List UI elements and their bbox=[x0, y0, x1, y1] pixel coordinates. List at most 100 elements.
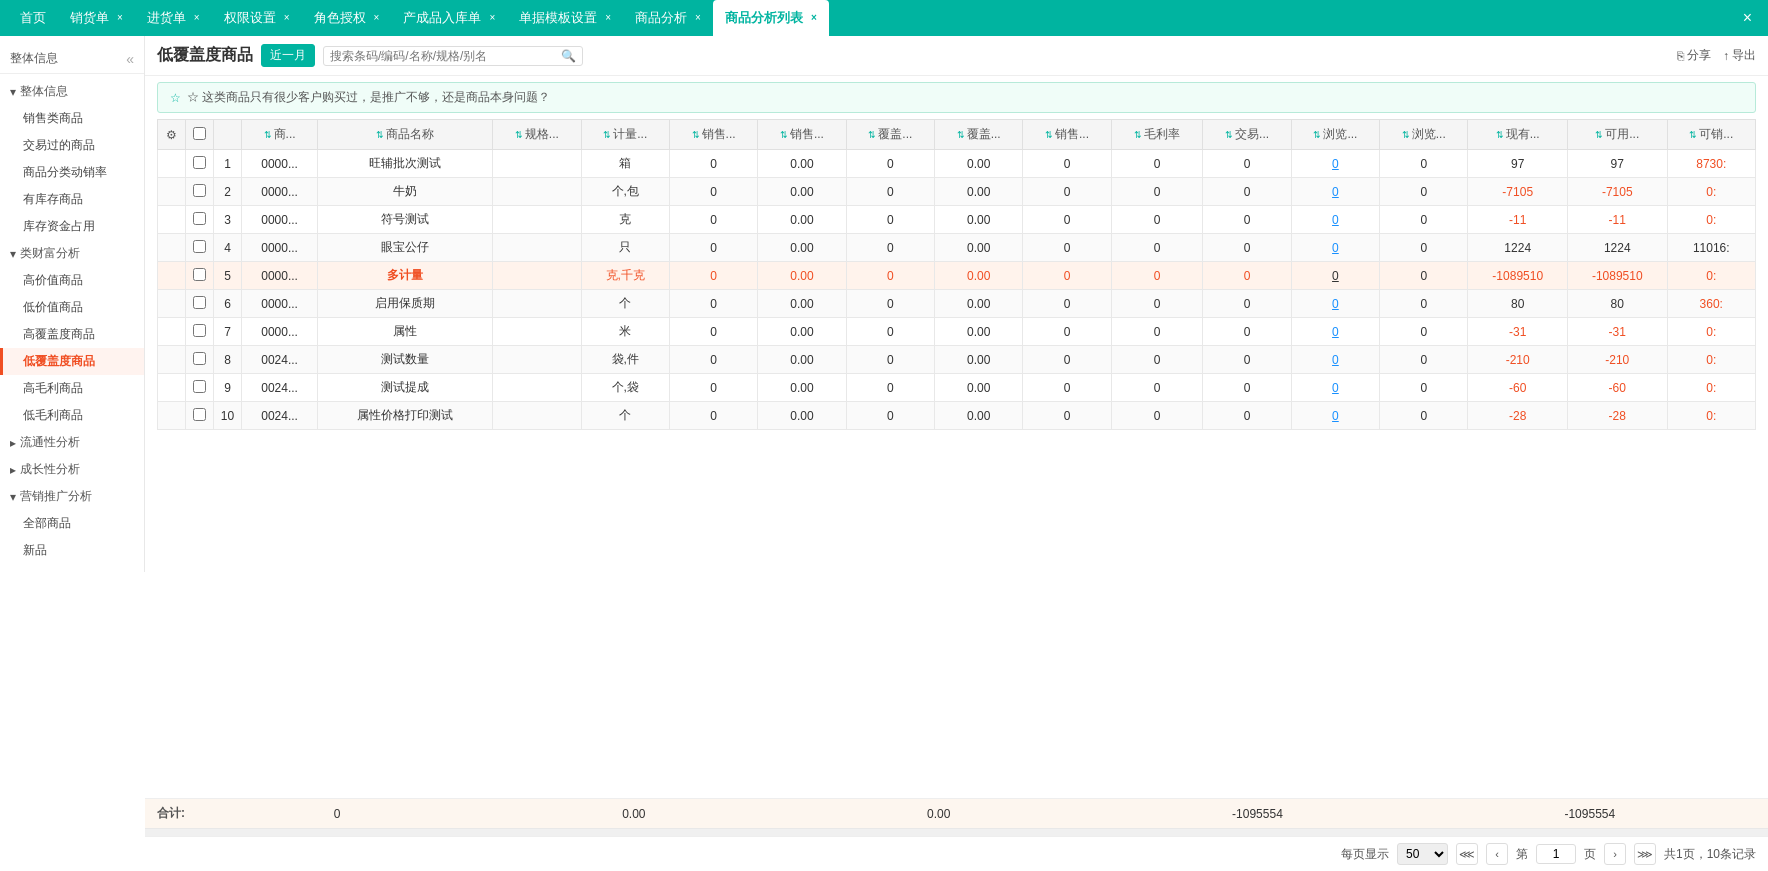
close-icon[interactable]: × bbox=[194, 0, 200, 36]
cell-browse1[interactable]: 0 bbox=[1291, 150, 1379, 178]
sidebar-section-成长性分析-header[interactable]: ▸ 成长性分析 bbox=[0, 456, 144, 483]
cell-checkbox[interactable] bbox=[186, 150, 214, 178]
sidebar-section-营销推广分析-header[interactable]: ▾ 营销推广分析 bbox=[0, 483, 144, 510]
th-current[interactable]: ⇅现有... bbox=[1468, 120, 1568, 150]
cell-checkbox[interactable] bbox=[186, 318, 214, 346]
close-icon[interactable]: × bbox=[811, 0, 817, 36]
th-sales1[interactable]: ⇅销售... bbox=[669, 120, 757, 150]
sidebar-section-类财富分析-header[interactable]: ▾ 类财富分析 bbox=[0, 240, 144, 267]
cell-checkbox[interactable] bbox=[186, 178, 214, 206]
nav-tab-purchase[interactable]: 进货单 × bbox=[135, 0, 212, 36]
close-icon[interactable]: × bbox=[374, 0, 380, 36]
row-checkbox[interactable] bbox=[193, 240, 206, 253]
cell-browse1[interactable]: 0 bbox=[1291, 262, 1379, 290]
cell-checkbox[interactable] bbox=[186, 346, 214, 374]
row-checkbox[interactable] bbox=[193, 352, 206, 365]
row-checkbox[interactable] bbox=[193, 212, 206, 225]
cell-browse1[interactable]: 0 bbox=[1291, 402, 1379, 430]
last-page-button[interactable]: ⋙ bbox=[1634, 843, 1656, 865]
th-browse2[interactable]: ⇅浏览... bbox=[1380, 120, 1468, 150]
th-cover1[interactable]: ⇅覆盖... bbox=[846, 120, 934, 150]
nav-tab-template[interactable]: 单据模板设置 × bbox=[507, 0, 623, 36]
cell-checkbox[interactable] bbox=[186, 374, 214, 402]
share-button[interactable]: ⎘ 分享 bbox=[1677, 47, 1711, 64]
sidebar-item-sales-goods[interactable]: 销售类商品 bbox=[0, 105, 144, 132]
window-close-button[interactable]: × bbox=[1735, 9, 1760, 27]
sidebar-item-new-goods[interactable]: 新品 bbox=[0, 537, 144, 564]
th-spec[interactable]: ⇅规格... bbox=[493, 120, 581, 150]
sidebar-item-low-margin[interactable]: 低毛利商品 bbox=[0, 402, 144, 429]
close-icon[interactable]: × bbox=[489, 0, 495, 36]
th-name[interactable]: ⇅商品名称 bbox=[318, 120, 493, 150]
prev-page-button[interactable]: ‹ bbox=[1486, 843, 1508, 865]
close-icon[interactable]: × bbox=[117, 0, 123, 36]
th-trade[interactable]: ⇅交易... bbox=[1203, 120, 1291, 150]
sidebar-collapse-btn[interactable]: « bbox=[126, 51, 134, 67]
sidebar-section-流通性分析-header[interactable]: ▸ 流通性分析 bbox=[0, 429, 144, 456]
row-checkbox[interactable] bbox=[193, 184, 206, 197]
select-all-checkbox[interactable] bbox=[193, 127, 206, 140]
th-cover2[interactable]: ⇅覆盖... bbox=[934, 120, 1022, 150]
th-browse1[interactable]: ⇅浏览... bbox=[1291, 120, 1379, 150]
th-gross[interactable]: ⇅毛利率 bbox=[1111, 120, 1203, 150]
per-page-select[interactable]: 50 100 200 bbox=[1397, 843, 1448, 865]
close-icon[interactable]: × bbox=[284, 0, 290, 36]
sidebar-item-high-margin[interactable]: 高毛利商品 bbox=[0, 375, 144, 402]
nav-tab-permissions[interactable]: 权限设置 × bbox=[212, 0, 302, 36]
first-page-button[interactable]: ⋘ bbox=[1456, 843, 1478, 865]
row-checkbox[interactable] bbox=[193, 408, 206, 421]
nav-tab-roles[interactable]: 角色授权 × bbox=[302, 0, 392, 36]
search-icon[interactable]: 🔍 bbox=[561, 49, 576, 63]
close-icon[interactable]: × bbox=[605, 0, 611, 36]
sidebar-item-low-value[interactable]: 低价值商品 bbox=[0, 294, 144, 321]
cell-browse1[interactable]: 0 bbox=[1291, 206, 1379, 234]
sidebar-item-high-coverage[interactable]: 高覆盖度商品 bbox=[0, 321, 144, 348]
cell-checkbox[interactable] bbox=[186, 234, 214, 262]
search-box[interactable]: 🔍 bbox=[323, 46, 583, 66]
row-checkbox[interactable] bbox=[193, 268, 206, 281]
sidebar-item-category-rate[interactable]: 商品分类动销率 bbox=[0, 159, 144, 186]
search-input[interactable] bbox=[330, 49, 557, 63]
th-available[interactable]: ⇅可用... bbox=[1567, 120, 1667, 150]
filter-recent-month-button[interactable]: 近一月 bbox=[261, 44, 315, 67]
settings-icon[interactable]: ⚙ bbox=[166, 128, 177, 142]
nav-tab-sales[interactable]: 销货单 × bbox=[58, 0, 135, 36]
th-sales3[interactable]: ⇅销售... bbox=[1023, 120, 1111, 150]
cell-checkbox[interactable] bbox=[186, 402, 214, 430]
sidebar-item-high-value[interactable]: 高价值商品 bbox=[0, 267, 144, 294]
sidebar-item-all-goods[interactable]: 全部商品 bbox=[0, 510, 144, 537]
th-unit[interactable]: ⇅计量... bbox=[581, 120, 669, 150]
nav-tab-analysis-list[interactable]: 商品分析列表 × bbox=[713, 0, 829, 36]
cell-checkbox[interactable] bbox=[186, 206, 214, 234]
next-page-button[interactable]: › bbox=[1604, 843, 1626, 865]
scrollbar-area[interactable] bbox=[145, 828, 1768, 836]
th-code[interactable]: ⇅商... bbox=[242, 120, 318, 150]
cell-browse1[interactable]: 0 bbox=[1291, 234, 1379, 262]
cell-browse1[interactable]: 0 bbox=[1291, 374, 1379, 402]
cell-browse1[interactable]: 0 bbox=[1291, 346, 1379, 374]
sidebar-item-inventory-goods[interactable]: 有库存商品 bbox=[0, 186, 144, 213]
nav-tab-home[interactable]: 首页 bbox=[8, 0, 58, 36]
nav-tab-warehouse[interactable]: 产成品入库单 × bbox=[391, 0, 507, 36]
th-checkbox[interactable] bbox=[186, 120, 214, 150]
close-icon[interactable]: × bbox=[695, 0, 701, 36]
th-sales2[interactable]: ⇅销售... bbox=[758, 120, 846, 150]
sidebar-item-low-coverage[interactable]: 低覆盖度商品 bbox=[0, 348, 144, 375]
th-saleable[interactable]: ⇅可销... bbox=[1667, 120, 1755, 150]
row-checkbox[interactable] bbox=[193, 380, 206, 393]
cell-browse1[interactable]: 0 bbox=[1291, 178, 1379, 206]
row-checkbox[interactable] bbox=[193, 156, 206, 169]
nav-tab-analysis[interactable]: 商品分析 × bbox=[623, 0, 713, 36]
export-button[interactable]: ↑ 导出 bbox=[1723, 47, 1756, 64]
table-wrapper[interactable]: ⚙ ⇅商... ⇅商品名称 ⇅规格... ⇅计量... ⇅销售... ⇅销售..… bbox=[145, 119, 1768, 798]
row-checkbox[interactable] bbox=[193, 324, 206, 337]
sidebar-item-capital-usage[interactable]: 库存资金占用 bbox=[0, 213, 144, 240]
cell-checkbox[interactable] bbox=[186, 262, 214, 290]
sidebar-section-整体信息-header[interactable]: ▾ 整体信息 bbox=[0, 78, 144, 105]
cell-checkbox[interactable] bbox=[186, 290, 214, 318]
page-number-input[interactable] bbox=[1536, 844, 1576, 864]
sidebar-item-traded-goods[interactable]: 交易过的商品 bbox=[0, 132, 144, 159]
cell-browse1[interactable]: 0 bbox=[1291, 318, 1379, 346]
cell-browse1[interactable]: 0 bbox=[1291, 290, 1379, 318]
row-checkbox[interactable] bbox=[193, 296, 206, 309]
